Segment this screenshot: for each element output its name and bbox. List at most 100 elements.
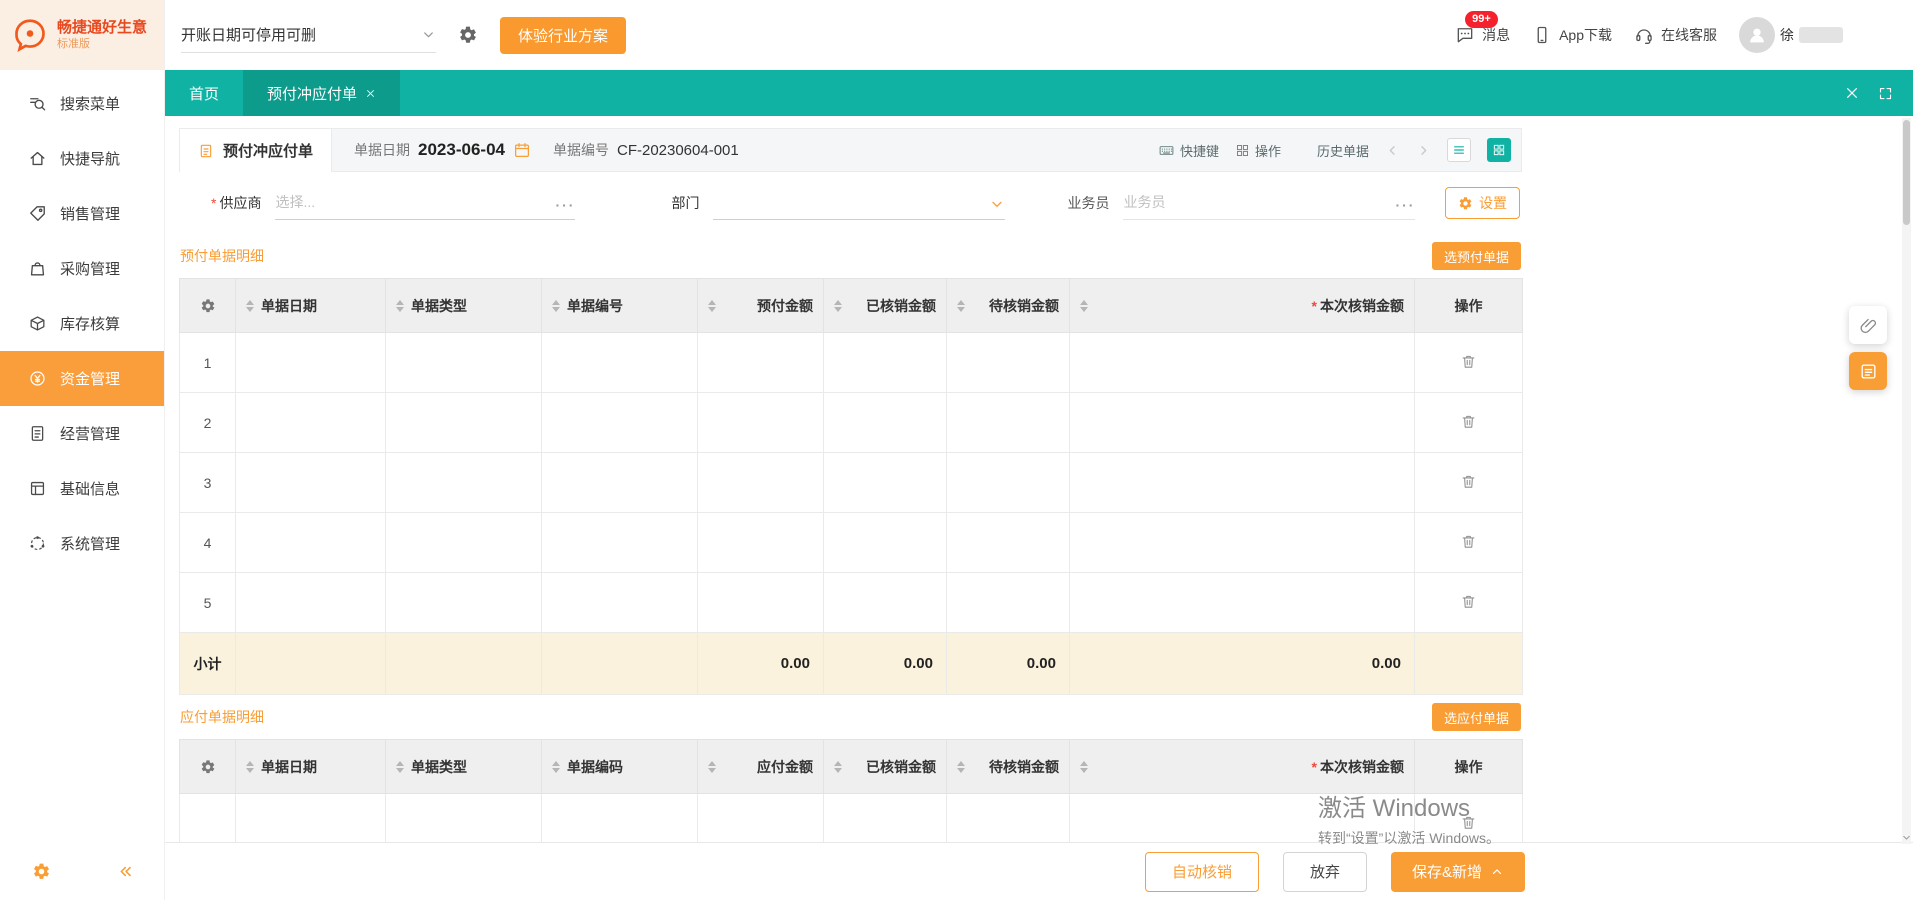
sidebar-item-funds[interactable]: 资金管理 bbox=[0, 351, 164, 406]
tab-home[interactable]: 首页 bbox=[165, 70, 243, 116]
topbar-gear-button[interactable] bbox=[458, 25, 478, 45]
col-doc-date[interactable]: 单据日期 bbox=[235, 739, 386, 794]
department-field[interactable] bbox=[713, 186, 1006, 220]
avatar bbox=[1739, 17, 1775, 53]
messages-button[interactable]: 99+ 消息 bbox=[1455, 11, 1510, 45]
col-doc-type[interactable]: 单据类型 bbox=[385, 278, 542, 333]
list-view-toggle[interactable] bbox=[1447, 138, 1471, 162]
delete-row-button[interactable] bbox=[1460, 533, 1477, 550]
col-current-writeoff[interactable]: * 本次核销金额 bbox=[1069, 278, 1415, 333]
delete-row-button[interactable] bbox=[1460, 413, 1477, 430]
sort-icon[interactable] bbox=[552, 760, 560, 773]
col-doc-number[interactable]: 单据编号 bbox=[541, 278, 698, 333]
online-service-button[interactable]: 在线客服 bbox=[1634, 25, 1717, 45]
vertical-scrollbar[interactable] bbox=[1902, 118, 1911, 844]
delete-row-button[interactable] bbox=[1460, 353, 1477, 370]
sort-icon[interactable] bbox=[957, 299, 965, 312]
sidebar-item-business[interactable]: 经营管理 bbox=[0, 406, 164, 461]
sidebar: 畅捷通好生意 标准版 搜索菜单 快捷导航 销售管理 采购管理 库存核算 资金管理… bbox=[0, 0, 165, 900]
history-button[interactable]: 历史单据 bbox=[1297, 141, 1369, 160]
sort-icon[interactable] bbox=[1080, 299, 1088, 312]
column-settings-button[interactable] bbox=[179, 278, 236, 333]
paperclip-icon bbox=[1859, 316, 1878, 335]
select-payable-docs-button[interactable]: 选应付单据 bbox=[1431, 703, 1521, 731]
cell-current-writeoff[interactable] bbox=[1069, 332, 1415, 393]
form-widget-button[interactable] bbox=[1849, 352, 1887, 390]
collapse-sidebar-icon[interactable] bbox=[115, 862, 134, 881]
sidebar-item-base-info[interactable]: 基础信息 bbox=[0, 461, 164, 516]
settings-button[interactable]: 设置 bbox=[1445, 187, 1520, 219]
user-menu[interactable]: 徐 bbox=[1739, 17, 1843, 53]
delete-row-button[interactable] bbox=[1460, 814, 1477, 831]
col-payable-amount[interactable]: 应付金额 bbox=[697, 739, 824, 794]
sort-icon[interactable] bbox=[708, 299, 716, 312]
col-doc-code[interactable]: 单据编码 bbox=[541, 739, 698, 794]
date-value[interactable]: 2023-06-04 bbox=[418, 140, 505, 160]
number-value[interactable]: CF-20230604-001 bbox=[617, 142, 739, 159]
select-prepay-docs-button[interactable]: 选预付单据 bbox=[1431, 242, 1521, 270]
save-and-new-button[interactable]: 保存&新增 bbox=[1390, 851, 1525, 892]
delete-row-button[interactable] bbox=[1460, 473, 1477, 490]
sidebar-item-inventory[interactable]: 库存核算 bbox=[0, 296, 164, 351]
expand-icon[interactable] bbox=[1878, 86, 1893, 101]
trash-icon bbox=[1460, 814, 1477, 831]
col-pending-amount[interactable]: 待核销金额 bbox=[946, 739, 1070, 794]
col-current-writeoff[interactable]: * 本次核销金额 bbox=[1069, 739, 1415, 794]
sidebar-nav: 搜索菜单 快捷导航 销售管理 采购管理 库存核算 资金管理 经营管理 基础信息 … bbox=[0, 70, 164, 842]
sort-icon[interactable] bbox=[552, 299, 560, 312]
cell-current-writeoff[interactable] bbox=[1069, 452, 1415, 513]
scrollbar-thumb[interactable] bbox=[1903, 120, 1910, 225]
cell-current-writeoff[interactable] bbox=[1069, 793, 1415, 842]
next-doc-button[interactable] bbox=[1416, 143, 1431, 158]
sort-icon[interactable] bbox=[957, 760, 965, 773]
scrollbar-down-arrow[interactable] bbox=[1902, 832, 1911, 843]
sort-icon[interactable] bbox=[246, 760, 254, 773]
department-dropdown-icon[interactable] bbox=[989, 196, 1005, 212]
col-writtenoff-amount[interactable]: 已核销金额 bbox=[823, 278, 947, 333]
tab-prepay-writeoff[interactable]: 预付冲应付单 bbox=[243, 70, 401, 116]
sidebar-item-sales[interactable]: 销售管理 bbox=[0, 186, 164, 241]
shortcuts-button[interactable]: 快捷键 bbox=[1158, 141, 1219, 160]
sort-icon[interactable] bbox=[708, 760, 716, 773]
sort-icon[interactable] bbox=[246, 299, 254, 312]
sort-icon[interactable] bbox=[1080, 760, 1088, 773]
col-writtenoff-amount[interactable]: 已核销金额 bbox=[823, 739, 947, 794]
col-doc-date[interactable]: 单据日期 bbox=[235, 278, 386, 333]
app-download-button[interactable]: App下载 bbox=[1532, 25, 1612, 45]
salesman-more-button[interactable] bbox=[1395, 198, 1415, 212]
col-pending-amount[interactable]: 待核销金额 bbox=[946, 278, 1070, 333]
col-prepay-amount[interactable]: 预付金额 bbox=[697, 278, 824, 333]
discard-button[interactable]: 放弃 bbox=[1282, 851, 1367, 892]
supplier-more-button[interactable] bbox=[555, 198, 575, 212]
cell-current-writeoff[interactable] bbox=[1069, 392, 1415, 453]
cell-current-writeoff[interactable] bbox=[1069, 572, 1415, 633]
sort-icon[interactable] bbox=[396, 299, 404, 312]
tab-close-icon[interactable] bbox=[365, 88, 376, 99]
sidebar-item-quick-nav[interactable]: 快捷导航 bbox=[0, 131, 164, 186]
prev-doc-button[interactable] bbox=[1385, 143, 1400, 158]
sidebar-item-system[interactable]: 系统管理 bbox=[0, 516, 164, 571]
settings-gear-icon[interactable] bbox=[32, 862, 51, 881]
operations-button[interactable]: 操作 bbox=[1235, 141, 1281, 160]
supplier-field[interactable]: 选择... bbox=[275, 186, 576, 220]
grid-view-toggle[interactable] bbox=[1487, 138, 1511, 162]
cell-current-writeoff[interactable] bbox=[1069, 512, 1415, 573]
sidebar-item-purchase[interactable]: 采购管理 bbox=[0, 241, 164, 296]
sort-icon[interactable] bbox=[396, 760, 404, 773]
column-settings-button[interactable] bbox=[179, 739, 236, 794]
sort-icon[interactable] bbox=[834, 299, 842, 312]
auto-writeoff-button[interactable]: 自动核销 bbox=[1144, 851, 1259, 892]
cell-writtenoff bbox=[823, 572, 947, 633]
sort-icon[interactable] bbox=[834, 760, 842, 773]
close-icon[interactable] bbox=[1844, 85, 1860, 101]
trial-solution-button[interactable]: 体验行业方案 bbox=[500, 16, 627, 54]
document-title-tab[interactable]: 预付冲应付单 bbox=[179, 128, 333, 172]
salesman-field[interactable]: 业务员 bbox=[1123, 186, 1416, 220]
attachment-widget-button[interactable] bbox=[1849, 306, 1887, 344]
sidebar-item-search-menu[interactable]: 搜索菜单 bbox=[0, 76, 164, 131]
delete-row-button[interactable] bbox=[1460, 593, 1477, 610]
account-set-select[interactable]: 开账日期可停用可删 bbox=[181, 17, 436, 53]
calendar-icon[interactable] bbox=[513, 141, 531, 159]
cell-doc-number bbox=[541, 572, 698, 633]
col-doc-type[interactable]: 单据类型 bbox=[385, 739, 542, 794]
